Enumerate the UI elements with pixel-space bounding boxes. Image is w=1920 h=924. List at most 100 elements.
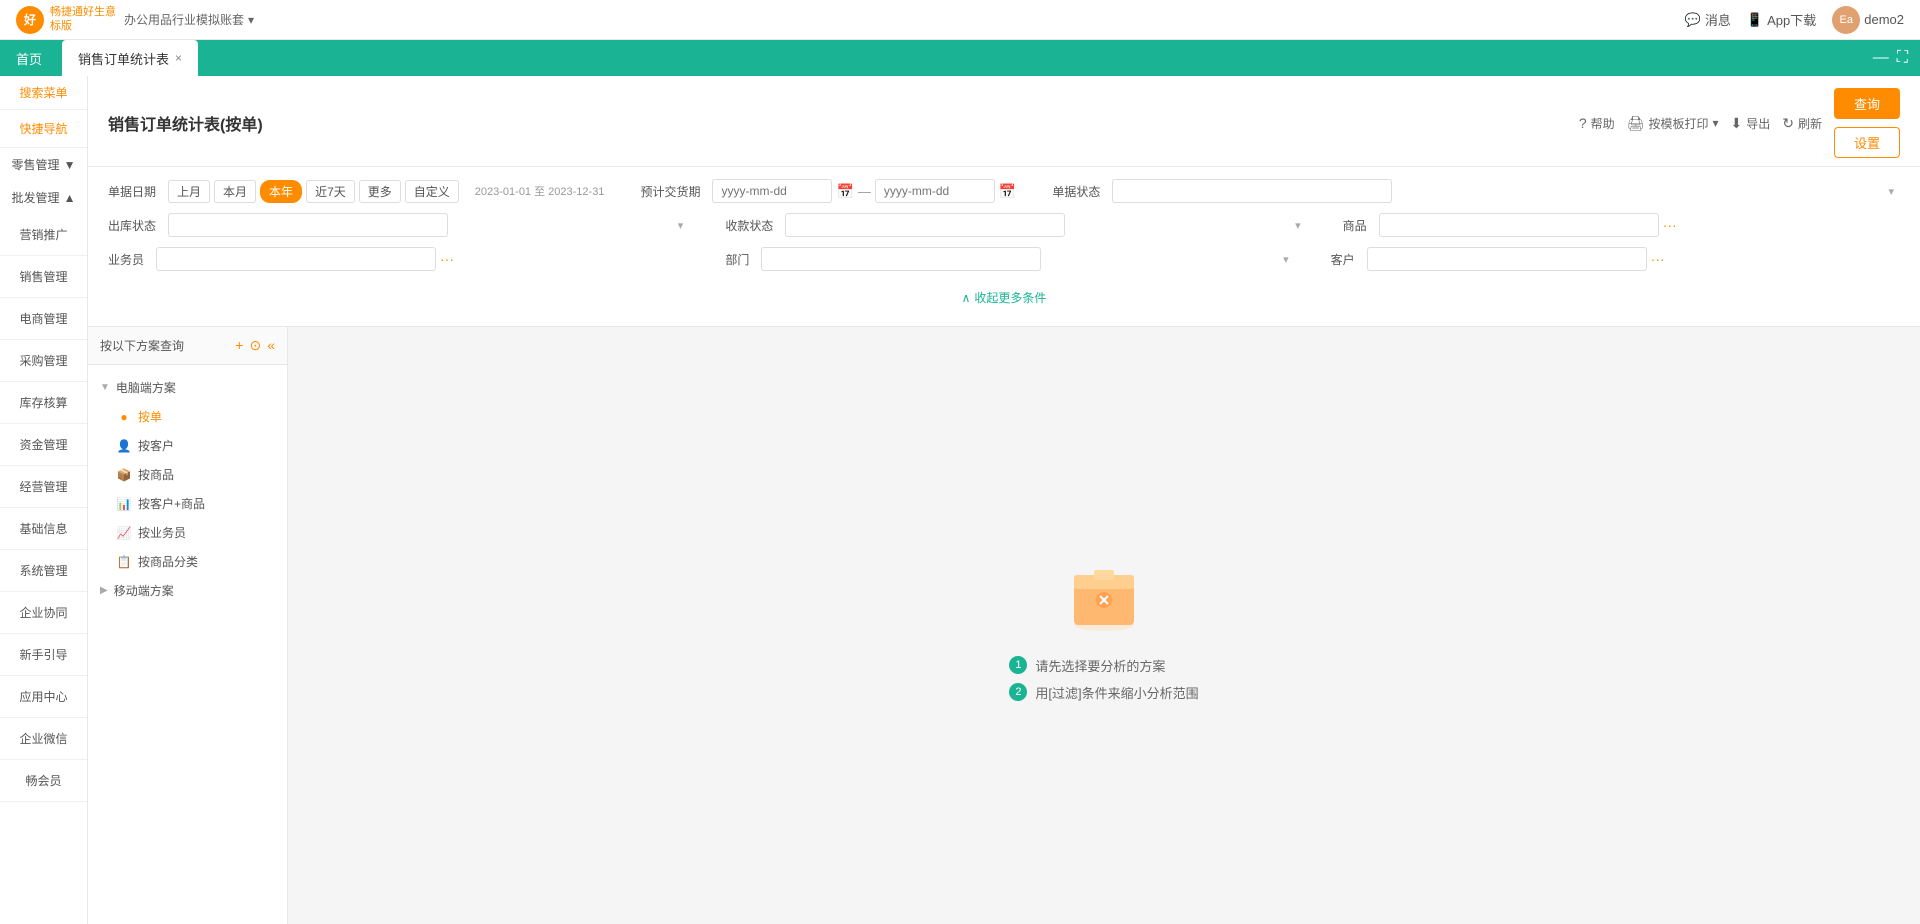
- tree-item-by-product[interactable]: 📦 按商品: [108, 460, 287, 489]
- product-input[interactable]: [1379, 213, 1659, 237]
- by-customer-icon: 👤: [116, 439, 132, 453]
- maximize-button[interactable]: ⛶: [1897, 50, 1908, 66]
- template-print-btn[interactable]: 🖨 按模板打印 ▾: [1627, 115, 1719, 132]
- customer-input[interactable]: [1367, 247, 1647, 271]
- filter-row-3: 业务员 ··· 部门 ▾ 客户 ···: [108, 247, 1900, 271]
- app-download-btn[interactable]: 📱 App下载: [1747, 10, 1816, 29]
- print-chevron-icon: ▾: [1712, 116, 1718, 130]
- setting-button[interactable]: 设置: [1834, 127, 1900, 158]
- by-product-icon: 📦: [116, 468, 132, 482]
- status-chevron-icon: ▾: [1888, 185, 1894, 198]
- panel-collapse-icon[interactable]: «: [267, 337, 275, 354]
- message-btn[interactable]: 💬 消息: [1685, 10, 1731, 29]
- sidebar-item-inventory[interactable]: 库存核算: [0, 382, 87, 424]
- by-salesperson-icon: 📈: [116, 526, 132, 540]
- tab-home[interactable]: 首页: [0, 40, 58, 76]
- breadcrumb[interactable]: 办公用品行业模拟账套 ▾: [124, 11, 254, 28]
- tab-close-icon[interactable]: ×: [175, 51, 182, 65]
- panel-add-icon[interactable]: +: [235, 337, 243, 354]
- logo-icon: 好: [16, 6, 44, 34]
- sidebar-item-ecommerce[interactable]: 电商管理: [0, 298, 87, 340]
- filter-row-1: 单据日期 上月 本月 本年 近7天 更多 自定义 2023-01-01 至 20…: [108, 179, 1900, 203]
- page-title: 销售订单统计表(按单): [108, 111, 263, 135]
- sidebar-item-retail[interactable]: 零售管理 ▼: [0, 148, 87, 181]
- sidebar-item-system[interactable]: 系统管理: [0, 550, 87, 592]
- date-range-text: 2023-01-01 至 2023-12-31: [475, 183, 605, 199]
- date-btn-this-month[interactable]: 本月: [214, 180, 256, 203]
- sidebar-item-wholesale[interactable]: 批发管理 ▲: [0, 181, 87, 214]
- date-btn-custom[interactable]: 自定义: [405, 180, 459, 203]
- sidebar-item-wechat[interactable]: 企业微信: [0, 718, 87, 760]
- date-shortcuts: 上月 本月 本年 近7天 更多 自定义: [168, 180, 459, 203]
- expected-delivery-label: 预计交货期: [640, 183, 700, 200]
- sidebar-item-app-center[interactable]: 应用中心: [0, 676, 87, 718]
- sidebar-item-newcomer[interactable]: 新手引导: [0, 634, 87, 676]
- panel-tree: ▼ 电脑端方案 ● 按单 👤 按客户 📦: [88, 365, 287, 613]
- outbound-label: 出库状态: [108, 217, 156, 234]
- content-area: 1 请先选择要分析的方案 2 用[过滤]条件来缩小分析范围: [288, 327, 1920, 924]
- logo-text: 畅捷通好生意 标版: [50, 6, 116, 32]
- tree-mobile-arrow-icon: ▶: [100, 585, 108, 596]
- tree-group-mobile[interactable]: ▶ 移动端方案: [88, 576, 287, 605]
- date-btn-this-year[interactable]: 本年: [260, 180, 302, 203]
- date-btn-more[interactable]: 更多: [359, 180, 401, 203]
- sidebar-item-sales-mgmt[interactable]: 销售管理: [0, 256, 87, 298]
- tabbar-actions: — ⛶: [1873, 50, 1920, 66]
- panel-icons: + ⊙ «: [235, 337, 275, 354]
- sidebar-item-finance[interactable]: 资金管理: [0, 424, 87, 466]
- export-btn[interactable]: ⬇ 导出: [1730, 115, 1770, 132]
- main-right: 销售订单统计表(按单) ? 帮助 🖨 按模板打印 ▾ ⬇ 导出 ↻ 刷新: [88, 76, 1920, 924]
- query-button[interactable]: 查询: [1834, 88, 1900, 119]
- date-btn-last-month[interactable]: 上月: [168, 180, 210, 203]
- sidebar-item-operations[interactable]: 经营管理: [0, 466, 87, 508]
- sidebar-item-purchase[interactable]: 采购管理: [0, 340, 87, 382]
- payment-chevron-icon: ▾: [1295, 219, 1301, 232]
- tree-item-by-order[interactable]: ● 按单: [108, 402, 287, 431]
- salesperson-input[interactable]: [156, 247, 436, 271]
- tab-sales-order-stats[interactable]: 销售订单统计表 ×: [62, 40, 198, 76]
- tree-group-desktop[interactable]: ▼ 电脑端方案: [88, 373, 287, 402]
- tree-item-by-category[interactable]: 📋 按商品分类: [108, 547, 287, 576]
- tree-item-by-salesperson[interactable]: 📈 按业务员: [108, 518, 287, 547]
- help-btn[interactable]: ? 帮助: [1579, 115, 1615, 132]
- sidebar-item-basic-info[interactable]: 基础信息: [0, 508, 87, 550]
- panel-title: 按以下方案查询: [100, 337, 184, 354]
- outbound-select[interactable]: [168, 213, 448, 237]
- tree-item-by-customer[interactable]: 👤 按客户: [108, 431, 287, 460]
- calendar-to-icon[interactable]: 📅: [999, 183, 1016, 200]
- date-to-input[interactable]: [875, 179, 995, 203]
- filter-row-2: 出库状态 ▾ 收款状态 ▾ 商品 ···: [108, 213, 1900, 237]
- panel-header: 按以下方案查询 + ⊙ «: [88, 327, 287, 365]
- minimize-button[interactable]: —: [1873, 50, 1889, 66]
- page-header: 销售订单统计表(按单) ? 帮助 🖨 按模板打印 ▾ ⬇ 导出 ↻ 刷新: [88, 76, 1920, 167]
- customer-more-icon[interactable]: ···: [1651, 251, 1665, 267]
- sidebar-item-member[interactable]: 畅会员: [0, 760, 87, 802]
- status-select[interactable]: [1112, 179, 1392, 203]
- tree-item-by-customer-product[interactable]: 📊 按客户+商品: [108, 489, 287, 518]
- main-content: 搜索菜单 快捷导航 零售管理 ▼ 批发管理 ▲ 营销推广 销售管理 电商管理 采…: [0, 76, 1920, 924]
- breadcrumb-arrow-icon: ▾: [248, 13, 254, 27]
- by-customer-product-icon: 📊: [116, 497, 132, 511]
- tree-children-desktop: ● 按单 👤 按客户 📦 按商品 📊 按客: [88, 402, 287, 576]
- date-btn-7days[interactable]: 近7天: [306, 180, 355, 203]
- sidebar-item-quick-nav[interactable]: 快捷导航: [0, 110, 87, 148]
- sidebar-item-search[interactable]: 搜索菜单: [0, 76, 87, 110]
- payment-select-wrapper: ▾: [785, 213, 1306, 237]
- export-icon: ⬇: [1730, 115, 1742, 132]
- by-order-icon: ●: [116, 410, 132, 424]
- payment-select[interactable]: [785, 213, 1065, 237]
- department-select[interactable]: [761, 247, 1041, 271]
- sidebar-item-enterprise[interactable]: 企业协同: [0, 592, 87, 634]
- user-menu[interactable]: Ea demo2: [1832, 6, 1904, 34]
- product-more-icon[interactable]: ···: [1663, 217, 1677, 233]
- calendar-from-icon[interactable]: 📅: [836, 183, 853, 200]
- sidebar-item-marketing[interactable]: 营销推广: [0, 214, 87, 256]
- salesperson-more-icon[interactable]: ···: [440, 251, 454, 267]
- panel-refresh-icon[interactable]: ⊙: [249, 337, 261, 354]
- collapse-btn[interactable]: ∧ 收起更多条件: [108, 281, 1900, 314]
- refresh-btn[interactable]: ↻ 刷新: [1782, 115, 1822, 132]
- filter-and-content: 按以下方案查询 + ⊙ « ▼ 电脑端方案 ● 按单: [88, 327, 1920, 924]
- empty-tips: 1 请先选择要分析的方案 2 用[过滤]条件来缩小分析范围: [1009, 656, 1198, 702]
- date-from-input[interactable]: [712, 179, 832, 203]
- topbar-left: 好 畅捷通好生意 标版 办公用品行业模拟账套 ▾: [16, 6, 254, 34]
